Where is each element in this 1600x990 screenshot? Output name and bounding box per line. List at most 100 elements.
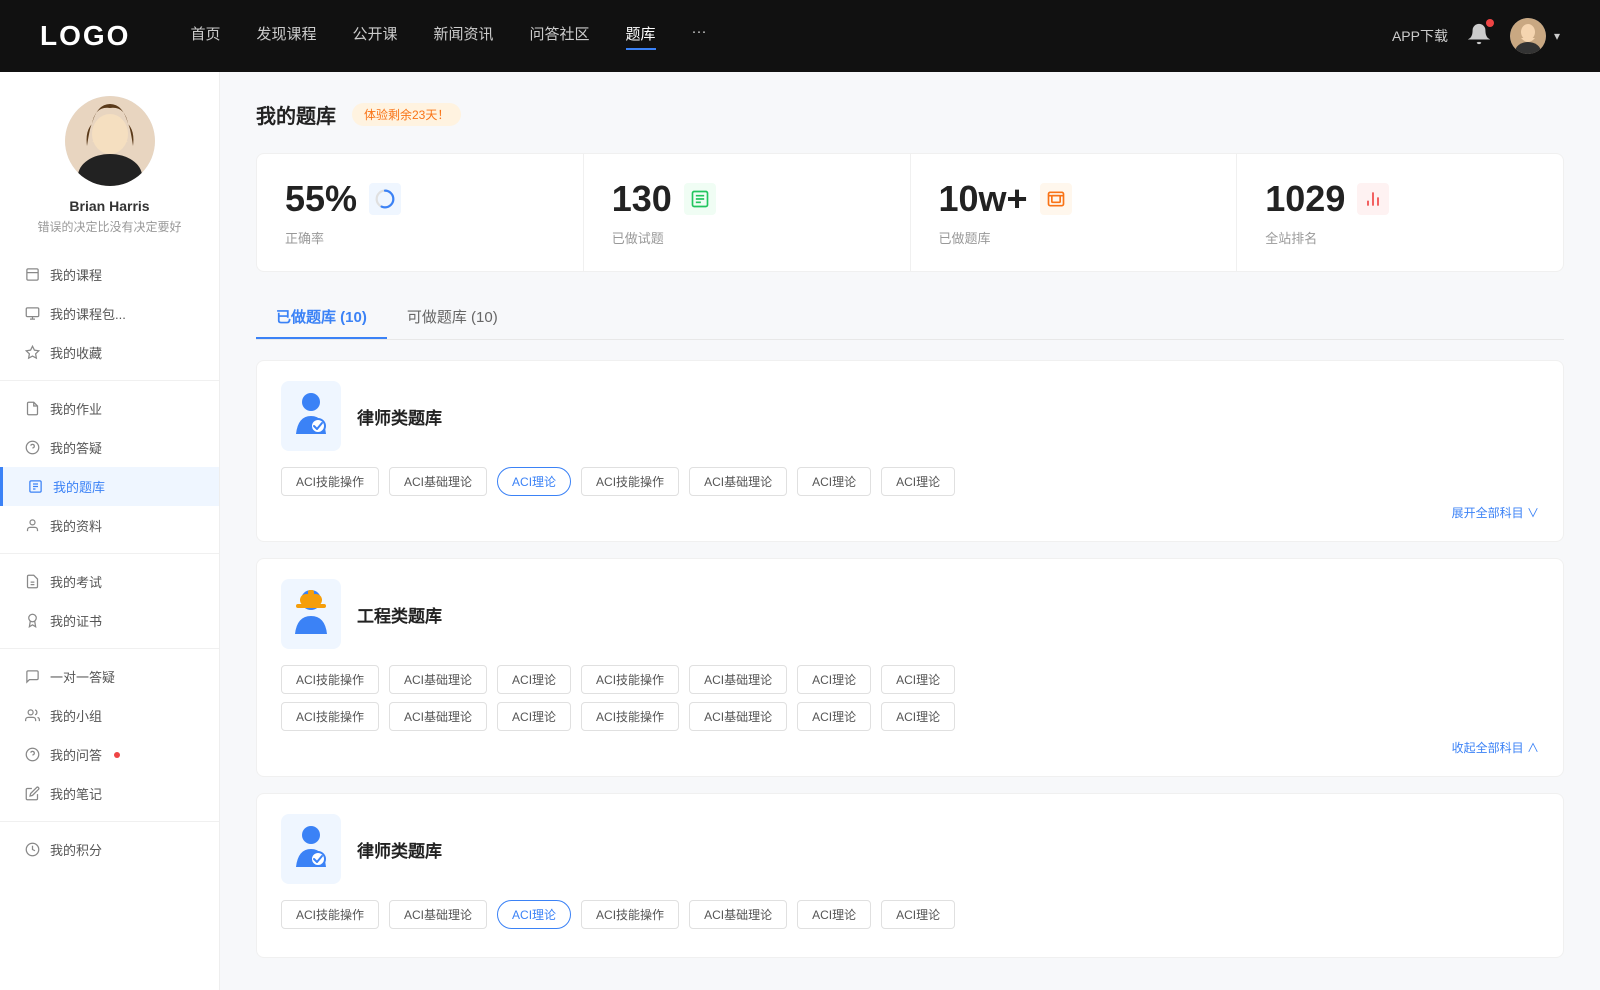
courses-icon (24, 267, 40, 283)
logo: LOGO (40, 20, 130, 52)
tag-2[interactable]: ACI理论 (497, 467, 571, 496)
sidebar-item-courses[interactable]: 我的课程 (0, 255, 219, 294)
expand-link-1[interactable]: 展开全部科目 ∨ (281, 504, 1539, 521)
nav-more[interactable]: ··· (692, 23, 707, 50)
lawyer-bank-icon-1 (281, 381, 341, 451)
sidebar-item-1on1[interactable]: 一对一答疑 (0, 657, 219, 696)
law2-tag-0[interactable]: ACI技能操作 (281, 900, 379, 929)
main-layout: Brian Harris 错误的决定比没有决定要好 我的课程 我的课程包... (0, 72, 1600, 990)
bank-card-header-2: 工程类题库 (281, 579, 1539, 649)
accuracy-label: 正确率 (285, 228, 555, 247)
sidebar-item-notes[interactable]: 我的笔记 (0, 774, 219, 813)
eng-tag-10[interactable]: ACI技能操作 (581, 702, 679, 731)
rank-label: 全站排名 (1265, 228, 1535, 247)
page-title-row: 我的题库 体验剩余23天！ (256, 100, 1564, 129)
nav-news[interactable]: 新闻资讯 (434, 23, 494, 50)
sidebar-label-courses: 我的课程 (50, 265, 102, 284)
law2-tag-6[interactable]: ACI理论 (881, 900, 955, 929)
sidebar-label-profile: 我的资料 (50, 516, 102, 535)
eng-tag-0[interactable]: ACI技能操作 (281, 665, 379, 694)
sidebar-item-group[interactable]: 我的小组 (0, 696, 219, 735)
sidebar-item-myqa[interactable]: 我的问答 (0, 735, 219, 774)
myqa-icon (24, 747, 40, 763)
nav-open-course[interactable]: 公开课 (352, 23, 397, 50)
accuracy-icon (369, 183, 401, 215)
notification-bell[interactable] (1468, 23, 1490, 50)
tag-0[interactable]: ACI技能操作 (281, 467, 379, 496)
sidebar-item-quiz[interactable]: 我的题库 (0, 467, 219, 506)
eng-tag-12[interactable]: ACI理论 (797, 702, 871, 731)
stat-accuracy: 55% 正确率 (257, 154, 584, 271)
nav-discover[interactable]: 发现课程 (256, 23, 316, 50)
stat-banks: 10w+ 已做题库 (911, 154, 1238, 271)
eng-tag-9[interactable]: ACI理论 (497, 702, 571, 731)
tabs-row: 已做题库 (10) 可做题库 (10) (256, 296, 1564, 340)
bank-card-engineer: 工程类题库 ACI技能操作 ACI基础理论 ACI理论 ACI技能操作 ACI基… (256, 558, 1564, 777)
tag-5[interactable]: ACI理论 (797, 467, 871, 496)
tag-4[interactable]: ACI基础理论 (689, 467, 787, 496)
sidebar-label-qa: 我的答疑 (50, 438, 102, 457)
eng-tag-5[interactable]: ACI理论 (797, 665, 871, 694)
eng-tag-4[interactable]: ACI基础理论 (689, 665, 787, 694)
eng-tag-8[interactable]: ACI基础理论 (389, 702, 487, 731)
eng-tag-3[interactable]: ACI技能操作 (581, 665, 679, 694)
eng-tag-1[interactable]: ACI基础理论 (389, 665, 487, 694)
collapse-link[interactable]: 收起全部科目 ∧ (281, 739, 1539, 756)
tag-3[interactable]: ACI技能操作 (581, 467, 679, 496)
stats-row: 55% 正确率 130 (256, 153, 1564, 272)
nav-qa[interactable]: 问答社区 (530, 23, 590, 50)
questions-number-row: 130 (612, 178, 882, 220)
stat-rank: 1029 全站排名 (1237, 154, 1563, 271)
qa-icon (24, 440, 40, 456)
law2-tag-1[interactable]: ACI基础理论 (389, 900, 487, 929)
eng-tag-13[interactable]: ACI理论 (881, 702, 955, 731)
chat-icon (24, 669, 40, 685)
law2-tag-5[interactable]: ACI理论 (797, 900, 871, 929)
sidebar-item-points[interactable]: 我的积分 (0, 830, 219, 869)
sidebar-item-exam[interactable]: 我的考试 (0, 562, 219, 601)
accuracy-number-row: 55% (285, 178, 555, 220)
eng-tag-7[interactable]: ACI技能操作 (281, 702, 379, 731)
tab-done[interactable]: 已做题库 (10) (256, 296, 387, 339)
nav-quiz[interactable]: 题库 (626, 23, 656, 50)
package-icon (24, 306, 40, 322)
quiz-icon (27, 479, 43, 495)
sidebar-item-homework[interactable]: 我的作业 (0, 389, 219, 428)
rank-number: 1029 (1265, 178, 1345, 220)
page-title: 我的题库 (256, 100, 336, 129)
nav-home[interactable]: 首页 (190, 23, 220, 50)
sidebar-item-qa[interactable]: 我的答疑 (0, 428, 219, 467)
eng-tag-6[interactable]: ACI理论 (881, 665, 955, 694)
rank-icon (1357, 183, 1389, 215)
user-avatar-menu[interactable]: ▾ (1510, 18, 1560, 54)
tag-6[interactable]: ACI理论 (881, 467, 955, 496)
sidebar-item-profile[interactable]: 我的资料 (0, 506, 219, 545)
eng-tag-2[interactable]: ACI理论 (497, 665, 571, 694)
group-icon (24, 708, 40, 724)
law2-tag-4[interactable]: ACI基础理论 (689, 900, 787, 929)
banks-number-row: 10w+ (939, 178, 1209, 220)
certificate-icon (24, 613, 40, 629)
bank-title-engineer: 工程类题库 (357, 602, 442, 627)
app-download-button[interactable]: APP下载 (1392, 26, 1448, 46)
sidebar-label-package: 我的课程包... (50, 304, 126, 323)
bank-card-lawyer-1: 律师类题库 ACI技能操作 ACI基础理论 ACI理论 ACI技能操作 ACI基… (256, 360, 1564, 542)
sidebar-item-certificate[interactable]: 我的证书 (0, 601, 219, 640)
trial-badge: 体验剩余23天！ (352, 103, 461, 126)
law2-tag-3[interactable]: ACI技能操作 (581, 900, 679, 929)
tag-1[interactable]: ACI基础理论 (389, 467, 487, 496)
myqa-badge (114, 752, 120, 758)
main-content: 我的题库 体验剩余23天！ 55% 正确率 (220, 72, 1600, 990)
sidebar-divider-3 (0, 648, 219, 649)
sidebar-item-collection[interactable]: 我的收藏 (0, 333, 219, 372)
sidebar-item-package[interactable]: 我的课程包... (0, 294, 219, 333)
sidebar-label-group: 我的小组 (50, 706, 102, 725)
tab-available[interactable]: 可做题库 (10) (387, 296, 518, 339)
sidebar-label-quiz: 我的题库 (53, 477, 105, 496)
sidebar-divider-1 (0, 380, 219, 381)
bank-card-lawyer-2: 律师类题库 ACI技能操作 ACI基础理论 ACI理论 ACI技能操作 ACI基… (256, 793, 1564, 958)
avatar (1510, 18, 1546, 54)
sidebar-menu: 我的课程 我的课程包... 我的收藏 (0, 255, 219, 869)
law2-tag-2[interactable]: ACI理论 (497, 900, 571, 929)
eng-tag-11[interactable]: ACI基础理论 (689, 702, 787, 731)
